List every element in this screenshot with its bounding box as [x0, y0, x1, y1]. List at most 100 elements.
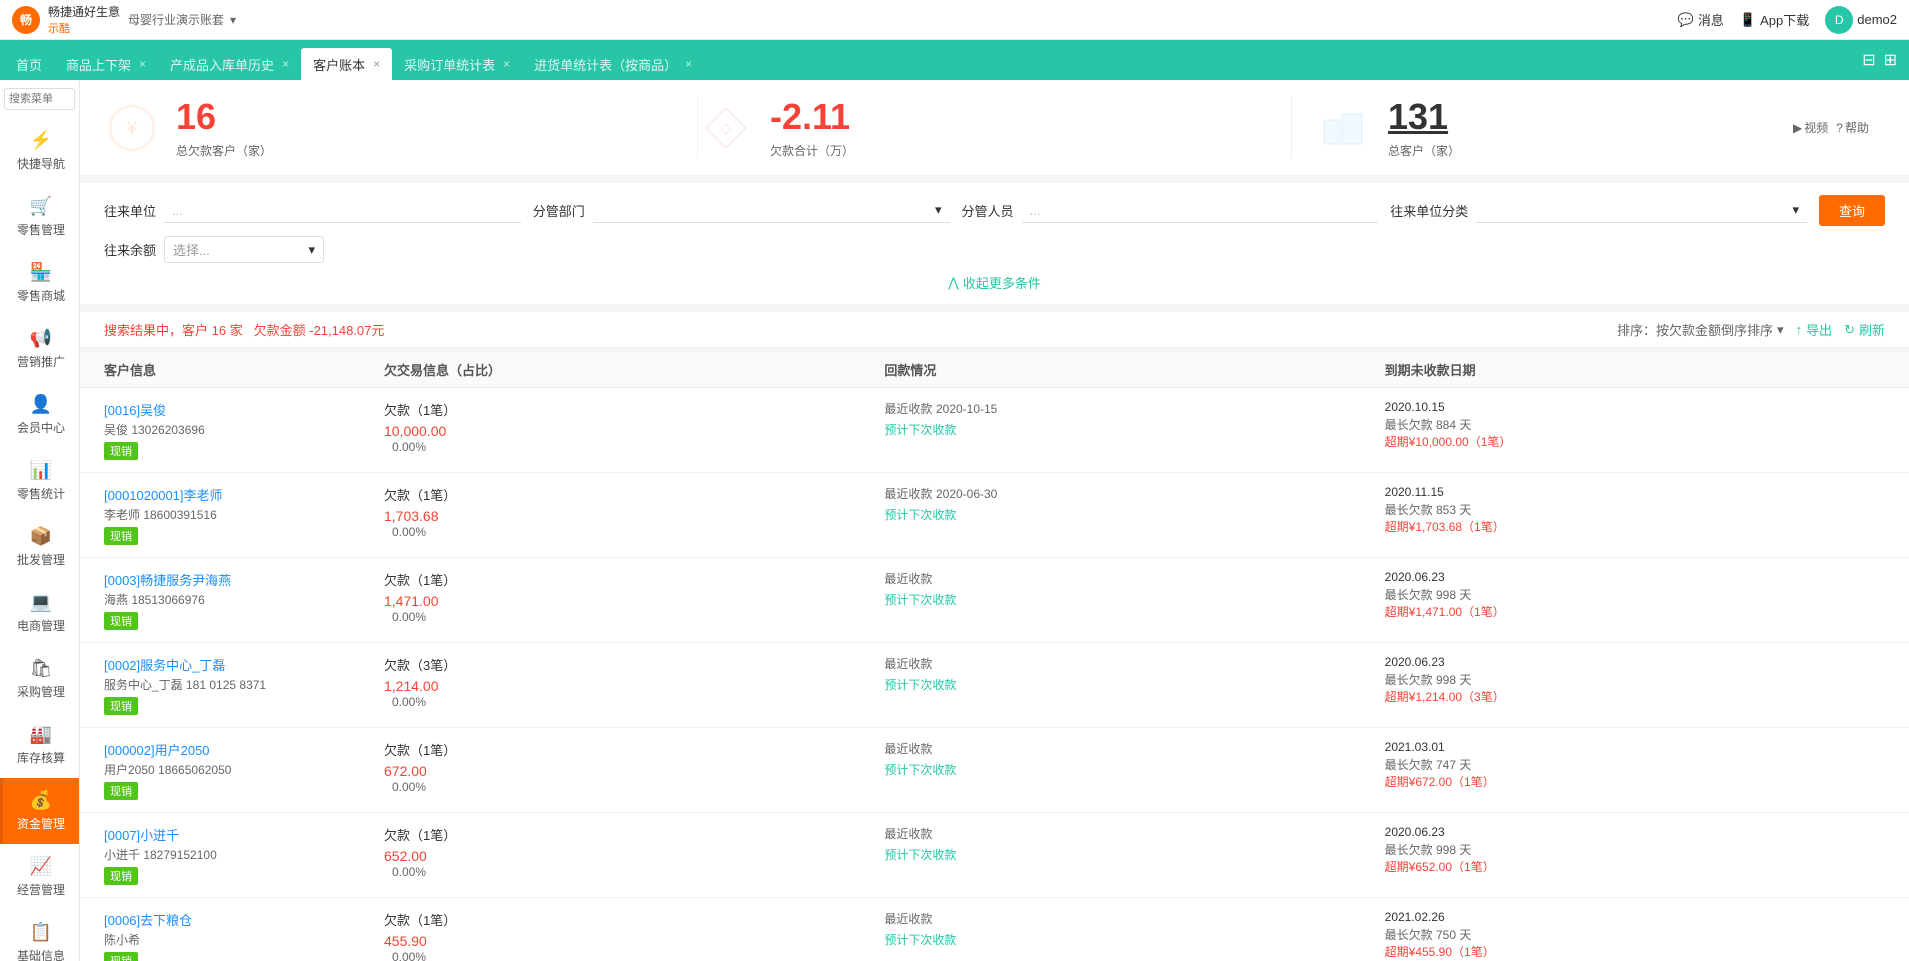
recent-payment-label: 最近收款 — [884, 487, 932, 501]
sidebar-item-label: 经营管理 — [17, 881, 65, 898]
customer-tag: 现销 — [104, 952, 138, 961]
overdue-amount-link[interactable]: 超期¥455.90（1笔） — [1385, 945, 1495, 959]
tab-purchase-stats[interactable]: 采购订单统计表 × — [392, 48, 522, 80]
tab-purchase-stats-close[interactable]: × — [503, 57, 510, 71]
filter-vendor-type-input[interactable]: ▾ — [1476, 198, 1807, 223]
customer-name-link[interactable]: [0006]去下粮仓 — [104, 910, 384, 929]
tab-inventory-history-close[interactable]: × — [282, 57, 289, 71]
filter-bar: 往来单位 ... 分管部门 ▾ 分管人员 ... — [80, 183, 1909, 304]
overdue-date: 2020.06.23 — [1385, 825, 1885, 839]
sidebar-item-basic-info[interactable]: 📋 基础信息 — [0, 910, 79, 961]
sidebar-item-label: 会员中心 — [17, 419, 65, 436]
sidebar-item-batch-mgmt[interactable]: 📦 批发管理 — [0, 514, 79, 580]
recent-payment-label: 最近收款 — [884, 827, 932, 841]
tab-customer-ledger[interactable]: 客户账本 × — [301, 48, 392, 80]
logo-sub: 示酷 — [48, 20, 120, 36]
company-selector[interactable]: 母婴行业演示账套 ▾ — [128, 11, 236, 28]
collapse-filter-btn[interactable]: ⋀ 收起更多条件 — [104, 273, 1885, 292]
filter-vendor-input[interactable]: ... — [164, 199, 521, 223]
table-header: 客户信息 欠交易信息（占比） 回款情况 到期未收款日期 — [80, 352, 1909, 388]
tab-customer-ledger-close[interactable]: × — [373, 57, 380, 71]
tab-product-shelf-close[interactable]: × — [139, 57, 146, 71]
customer-name-link[interactable]: [0002]服务中心_丁磊 — [104, 655, 384, 674]
avatar: D — [1825, 6, 1853, 34]
debt-count: 欠款（3笔） — [384, 658, 456, 673]
filter-manager-input[interactable]: ... — [1022, 199, 1379, 223]
filter-manager-value: ... — [1030, 203, 1041, 218]
refresh-btn[interactable]: ↻ 刷新 — [1844, 320, 1885, 339]
debt-amount: 1,471.00 — [384, 593, 884, 609]
filter-dept-label: 分管部门 — [533, 201, 585, 220]
overdue-amount-link[interactable]: 超期¥652.00（1笔） — [1385, 860, 1495, 874]
sidebar-item-retail-stats[interactable]: 📊 零售统计 — [0, 448, 79, 514]
overdue-date: 2020.11.15 — [1385, 485, 1885, 499]
sidebar-item-quick-nav[interactable]: ⚡ 快捷导航 — [0, 118, 79, 184]
total-customers-info: 131 总客户（家） — [1388, 96, 1460, 159]
overdue-amount-link[interactable]: 超期¥1,703.68（1笔） — [1385, 520, 1505, 534]
debt-total-icon: ◇ — [698, 100, 754, 156]
help-btn[interactable]: ? 帮助 — [1836, 119, 1869, 136]
sidebar-item-retail-store[interactable]: 🏪 零售商城 — [0, 250, 79, 316]
customer-name-link[interactable]: [0007]小迸千 — [104, 825, 384, 844]
col-payment-status: 回款情况 — [884, 360, 1384, 379]
overdue-amount-link[interactable]: 超期¥1,471.00（1笔） — [1385, 605, 1505, 619]
customer-phone: 小迸千 18279152100 — [104, 846, 384, 863]
filter-balance: 往来余额 选择... ▾ — [104, 236, 1885, 263]
sidebar-item-label: 资金管理 — [17, 815, 65, 832]
tab-home[interactable]: 首页 — [4, 48, 54, 80]
summary-card-debt-customers: ¥ 16 总欠款客户（家） — [104, 96, 698, 159]
export-btn[interactable]: ↑ 导出 — [1796, 320, 1833, 339]
sidebar-item-operations[interactable]: 📈 经营管理 — [0, 844, 79, 910]
table-row: [0002]服务中心_丁磊 服务中心_丁磊 181 0125 8371 现销 欠… — [80, 643, 1909, 728]
tab-inventory-history[interactable]: 产成品入库单历史 × — [158, 48, 301, 80]
app-download-btn[interactable]: 📱 App下载 — [1740, 10, 1809, 29]
customer-name-link[interactable]: [0016]吴俊 — [104, 400, 384, 419]
sidebar-item-retail-mgmt[interactable]: 🛒 零售管理 — [0, 184, 79, 250]
tab-bar-actions: ⊟ ⊞ — [1862, 50, 1905, 70]
tab-product-shelf[interactable]: 商品上下架 × — [54, 48, 158, 80]
sidebar-item-inventory[interactable]: 🏭 库存核算 — [0, 712, 79, 778]
overdue-amount-link[interactable]: 超期¥672.00（1笔） — [1385, 775, 1495, 789]
customer-name-link[interactable]: [0001020001]李老师 — [104, 485, 384, 504]
total-customers-icon — [1316, 100, 1372, 156]
result-count: 16 — [212, 323, 226, 338]
next-payment: 预计下次收款 — [884, 846, 1384, 863]
overdue-days: 最长欠款 884 天 — [1385, 416, 1885, 433]
sidebar-item-marketing[interactable]: 📢 营销推广 — [0, 316, 79, 382]
tab-maximize-icon[interactable]: ⊞ — [1884, 50, 1897, 70]
tab-inventory-stats[interactable]: 进货单统计表（按商品） × — [522, 48, 704, 80]
tab-minimize-icon[interactable]: ⊟ — [1862, 50, 1875, 70]
query-button[interactable]: 查询 — [1819, 195, 1885, 226]
sidebar-item-member-center[interactable]: 👤 会员中心 — [0, 382, 79, 448]
payment-status-cell: 最近收款 2020-10-15 预计下次收款 — [884, 400, 1384, 438]
overdue-amount-link[interactable]: 超期¥1,214.00（3笔） — [1385, 690, 1505, 704]
video-btn[interactable]: ▶ 视频 — [1793, 119, 1828, 136]
refresh-icon: ↻ — [1844, 322, 1855, 338]
filter-balance-select[interactable]: 选择... ▾ — [164, 236, 324, 263]
user-profile[interactable]: D demo2 — [1825, 6, 1897, 34]
sidebar-item-finance[interactable]: 💰 资金管理 — [0, 778, 79, 844]
customer-name-link[interactable]: [0003]畅捷服务尹海燕 — [104, 570, 384, 589]
debt-total-label: 欠款合计（万） — [770, 142, 854, 159]
debt-info-cell: 欠款（1笔） 1,703.68 0.00% — [384, 485, 884, 539]
customer-tag: 现销 — [104, 782, 138, 800]
overdue-amount-link[interactable]: 超期¥10,000.00（1笔） — [1385, 435, 1512, 449]
debt-info-cell: 欠款（1笔） 10,000.00 0.00% — [384, 400, 884, 454]
customer-table: 客户信息 欠交易信息（占比） 回款情况 到期未收款日期 [0016]吴俊 吴俊 … — [80, 352, 1909, 961]
payment-status-cell: 最近收款 预计下次收款 — [884, 655, 1384, 693]
table-row: [0016]吴俊 吴俊 13026203696 现销 欠款（1笔） 10,000… — [80, 388, 1909, 473]
filter-dept: 分管部门 ▾ — [533, 198, 950, 223]
sidebar-search-input[interactable] — [4, 88, 75, 110]
overdue-date-cell: 2020.10.15 最长欠款 884 天 超期¥10,000.00（1笔） — [1385, 400, 1885, 450]
sidebar-item-ecommerce[interactable]: 💻 电商管理 — [0, 580, 79, 646]
sidebar-item-purchase-mgmt[interactable]: 🛍 采购管理 — [0, 646, 79, 712]
recent-payment-label: 最近收款 — [884, 572, 932, 586]
sort-btn[interactable]: 排序：按欠款金额倒序排序 ▾ — [1617, 320, 1784, 339]
result-actions: 排序：按欠款金额倒序排序 ▾ ↑ 导出 ↻ 刷新 — [1617, 320, 1885, 339]
filter-dept-input[interactable]: ▾ — [593, 198, 950, 223]
collapse-label: 收起更多条件 — [963, 273, 1041, 292]
tab-inventory-stats-close[interactable]: × — [685, 57, 692, 71]
customer-name-link[interactable]: [000002]用户2050 — [104, 740, 384, 759]
customer-info-cell: [0006]去下粮仓 陈小希 现销 — [104, 910, 384, 961]
message-btn[interactable]: 💬 消息 — [1678, 10, 1724, 29]
